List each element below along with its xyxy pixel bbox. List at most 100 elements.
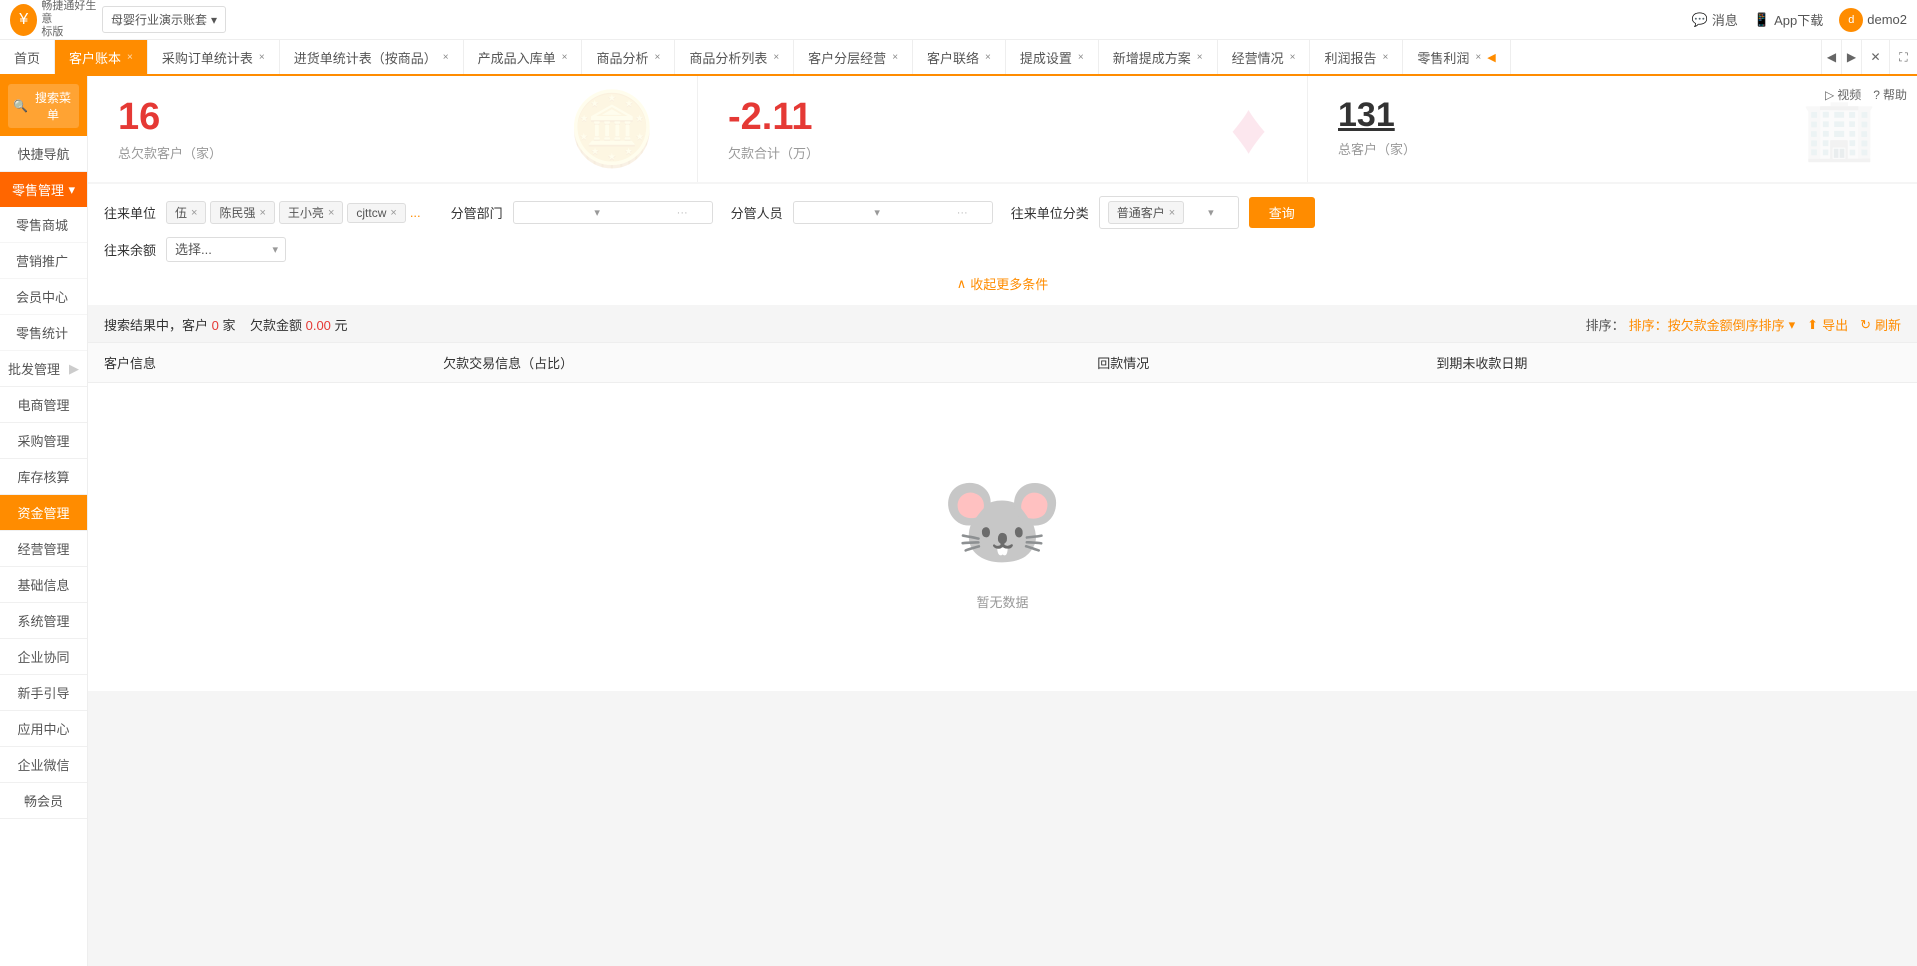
sidebar-item-member-center[interactable]: 会员中心 bbox=[0, 279, 87, 315]
remove-tag-chen[interactable]: × bbox=[259, 207, 265, 219]
diamond-icon: ♦ bbox=[1230, 88, 1267, 170]
sidebar-item-inventory[interactable]: 库存核算 bbox=[0, 459, 87, 495]
result-actions: 排序： 排序：按欠款金额倒序排序 ▾ ⬆ 导出 ↻ 刷新 bbox=[1586, 315, 1901, 334]
message-btn[interactable]: 💬 消息 bbox=[1692, 10, 1738, 29]
unit-tag-chen[interactable]: 陈民强 × bbox=[210, 201, 274, 224]
person-select-arrow: ▾ bbox=[874, 206, 880, 219]
remove-tag-wang[interactable]: × bbox=[328, 207, 334, 219]
sidebar-item-finance[interactable]: 资金管理 bbox=[0, 495, 87, 531]
empty-illustration: 🐭 bbox=[940, 463, 1065, 580]
close-icon[interactable]: × bbox=[892, 52, 898, 63]
stat-value-total: 131 bbox=[1338, 96, 1395, 135]
close-icon[interactable]: × bbox=[1290, 52, 1296, 63]
tab-new-commission[interactable]: 新增提成方案 × bbox=[1099, 40, 1218, 75]
tab-purchase-order[interactable]: 采购订单统计表 × bbox=[148, 40, 280, 75]
filter-area: 往来单位 伍 × 陈民强 × 王小亮 × cjttcw bbox=[88, 184, 1917, 305]
close-icon[interactable]: × bbox=[985, 52, 991, 63]
remove-tag-normal[interactable]: × bbox=[1169, 207, 1175, 219]
chevron-icon: ▾ bbox=[68, 182, 75, 198]
sidebar-item-app-center[interactable]: 应用中心 bbox=[0, 711, 87, 747]
sidebar-item-retail-stats[interactable]: 零售统计 bbox=[0, 315, 87, 351]
unit-tag-cjttcw[interactable]: cjttcw × bbox=[347, 203, 405, 223]
close-icon[interactable]: × bbox=[773, 52, 779, 63]
sidebar-item-system[interactable]: 系统管理 bbox=[0, 603, 87, 639]
category-select[interactable]: 普通客户 × ▾ bbox=[1099, 196, 1239, 229]
unit-filter-label: 往来单位 bbox=[104, 203, 156, 222]
filter-row-1: 往来单位 伍 × 陈民强 × 王小亮 × cjttcw bbox=[104, 196, 1901, 229]
video-btn[interactable]: ▷视频 bbox=[1825, 86, 1861, 103]
stat-card-customers: 🪙 16 总欠款客户（家） bbox=[88, 76, 698, 182]
unit-tag-wu[interactable]: 伍 × bbox=[166, 201, 206, 224]
tab-customer-account[interactable]: 客户账本 × bbox=[55, 40, 148, 75]
close-icon[interactable]: × bbox=[443, 52, 449, 63]
sidebar-item-chang-member[interactable]: 畅会员 bbox=[0, 783, 87, 819]
sidebar-item-wholesale[interactable]: 批发管理 ▶ bbox=[0, 351, 87, 387]
tab-goods-stats[interactable]: 进货单统计表（按商品） × bbox=[280, 40, 464, 75]
tab-product-analysis[interactable]: 商品分析 × bbox=[582, 40, 675, 75]
dept-filter-label: 分管部门 bbox=[451, 203, 503, 222]
tab-profit-report[interactable]: 利润报告 × bbox=[1310, 40, 1403, 75]
sidebar-item-enterprise-collab[interactable]: 企业协同 bbox=[0, 639, 87, 675]
close-icon[interactable]: × bbox=[127, 52, 133, 63]
tab-commission-setting[interactable]: 提成设置 × bbox=[1006, 40, 1099, 75]
close-icon[interactable]: × bbox=[1078, 52, 1084, 63]
stat-card-amount: ♦ -2.11 欠款合计（万） bbox=[698, 76, 1308, 182]
close-icon[interactable]: × bbox=[259, 52, 265, 63]
remove-tag-cjttcw[interactable]: × bbox=[390, 207, 396, 219]
nav-prev-arrow[interactable]: ◀ bbox=[1821, 40, 1841, 75]
remove-tag-wu[interactable]: × bbox=[191, 207, 197, 219]
sidebar-item-marketing[interactable]: 营销推广 bbox=[0, 243, 87, 279]
close-icon[interactable]: × bbox=[654, 52, 660, 63]
person-select[interactable]: ▾ ··· bbox=[793, 201, 993, 224]
unit-more-btn[interactable]: ... bbox=[410, 205, 421, 220]
app-download-btn[interactable]: 📱 App下载 bbox=[1754, 10, 1823, 29]
nav-close-all[interactable]: ✕ bbox=[1861, 40, 1889, 75]
query-button[interactable]: 查询 bbox=[1249, 197, 1315, 228]
tab-product-analysis-list[interactable]: 商品分析列表 × bbox=[675, 40, 794, 75]
help-btn[interactable]: ?帮助 bbox=[1873, 86, 1907, 103]
collapse-filter-btn[interactable]: ∧ 收起更多条件 bbox=[104, 270, 1901, 293]
tab-home[interactable]: 首页 bbox=[0, 40, 55, 75]
sidebar-item-purchase[interactable]: 采购管理 bbox=[0, 423, 87, 459]
sidebar-item-ecommerce[interactable]: 电商管理 bbox=[0, 387, 87, 423]
nav-next-arrow[interactable]: ▶ bbox=[1841, 40, 1861, 75]
sort-select[interactable]: 排序： 排序：按欠款金额倒序排序 ▾ bbox=[1586, 315, 1796, 334]
sort-arrow-icon: ▾ bbox=[1789, 317, 1796, 333]
top-right-actions: 💬 消息 📱 App下载 d demo2 bbox=[1692, 8, 1907, 32]
tab-operations[interactable]: 经营情况 × bbox=[1218, 40, 1311, 75]
sidebar-item-retail-mall[interactable]: 零售商城 bbox=[0, 207, 87, 243]
tab-retail-profit[interactable]: 零售利润 × ◀ bbox=[1403, 40, 1510, 75]
close-icon[interactable]: × bbox=[562, 52, 568, 63]
tab-product-inbound[interactable]: 产成品入库单 × bbox=[464, 40, 583, 75]
balance-select[interactable]: 选择... bbox=[166, 237, 286, 262]
close-icon[interactable]: × bbox=[1475, 52, 1481, 63]
sidebar-item-quick-nav[interactable]: 快捷导航 bbox=[0, 136, 87, 172]
tab-customer-ops[interactable]: 客户分层经营 × bbox=[794, 40, 913, 75]
sidebar-item-retail-mgmt[interactable]: 零售管理 ▾ bbox=[0, 172, 87, 207]
result-info: 搜索结果中，客户 0 家 欠款金额 0.00 元 bbox=[104, 315, 348, 334]
sidebar-item-enterprise-wechat[interactable]: 企业微信 bbox=[0, 747, 87, 783]
sidebar: 🔍 搜索菜单 快捷导航 零售管理 ▾ 零售商城 营销推广 会员中心 零售统计 批… bbox=[0, 76, 88, 966]
category-tag-normal[interactable]: 普通客户 × bbox=[1108, 201, 1184, 224]
account-dropdown[interactable]: 母婴行业演示账套 ▾ bbox=[102, 6, 226, 33]
stat-label-amount: 欠款合计（万） bbox=[728, 143, 819, 162]
unit-tag-wang[interactable]: 王小亮 × bbox=[279, 201, 343, 224]
col-customer-info: 客户信息 bbox=[88, 343, 427, 383]
sidebar-item-newbie[interactable]: 新手引导 bbox=[0, 675, 87, 711]
sidebar-item-operations[interactable]: 经营管理 bbox=[0, 531, 87, 567]
user-avatar[interactable]: d demo2 bbox=[1839, 8, 1907, 32]
nav-fullscreen[interactable]: ⛶ bbox=[1889, 40, 1917, 75]
search-menu-btn[interactable]: 🔍 搜索菜单 bbox=[8, 84, 79, 128]
avatar: d bbox=[1839, 8, 1863, 32]
refresh-btn[interactable]: ↻ 刷新 bbox=[1860, 315, 1901, 334]
export-btn[interactable]: ⬆ 导出 bbox=[1807, 315, 1848, 334]
close-icon[interactable]: × bbox=[1382, 52, 1388, 63]
dept-select[interactable]: ▾ ··· bbox=[513, 201, 713, 224]
person-select-more: ··· bbox=[957, 207, 968, 219]
nav-tab-arrows: ◀ ▶ ✕ ⛶ bbox=[1821, 40, 1917, 75]
close-icon[interactable]: × bbox=[1197, 52, 1203, 63]
tab-customer-contact[interactable]: 客户联络 × bbox=[913, 40, 1006, 75]
sidebar-item-basic-info[interactable]: 基础信息 bbox=[0, 567, 87, 603]
table-header-row: 客户信息 欠款交易信息（占比） 回款情况 到期未收款日期 bbox=[88, 343, 1917, 383]
person-filter-label: 分管人员 bbox=[731, 203, 783, 222]
